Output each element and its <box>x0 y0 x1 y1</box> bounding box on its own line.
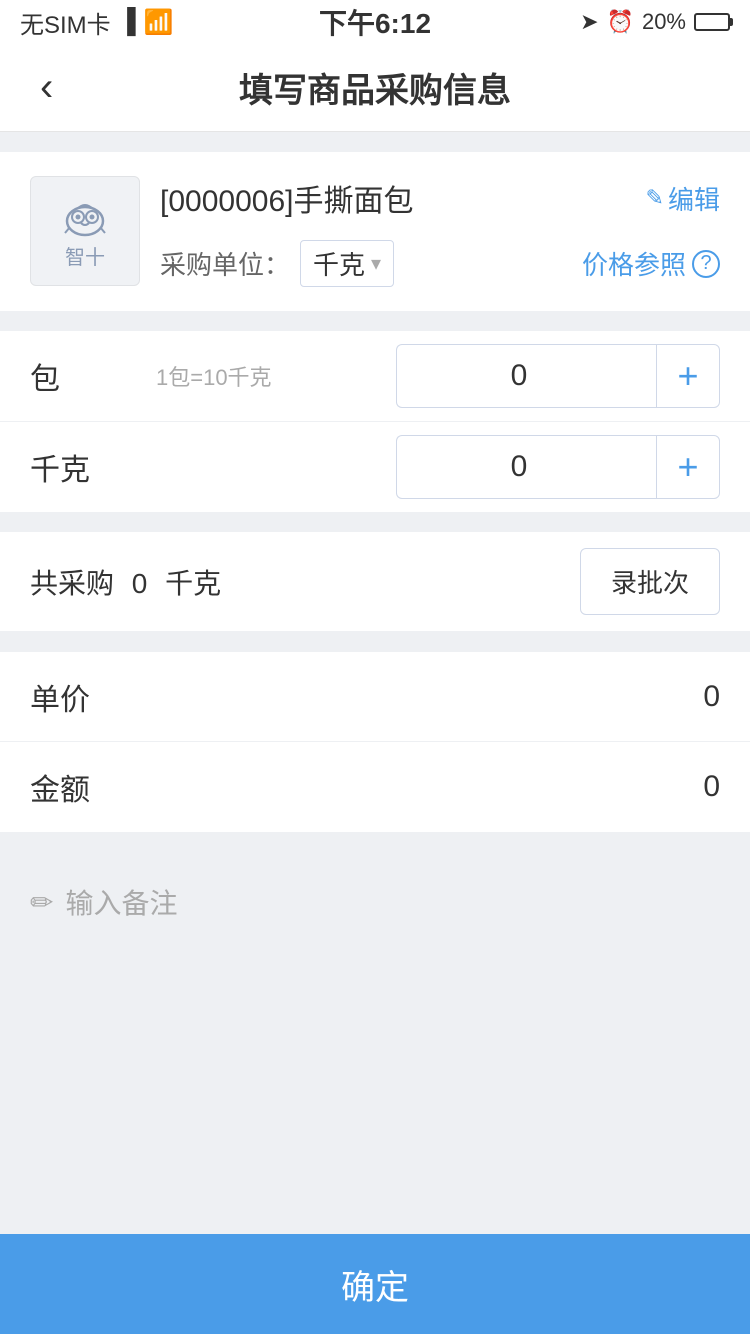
product-card: 智十 [0000006]手撕面包 ✎ 编辑 采购单位： 千克 ▾ <box>0 152 750 311</box>
kg-row: 千克 + <box>0 422 750 512</box>
amount-value: 0 <box>703 770 720 804</box>
status-left: 无SIM卡 ▐ 📶 <box>20 5 174 40</box>
pack-plus-button[interactable]: + <box>656 344 720 408</box>
signal-icon: ▐ <box>119 8 136 36</box>
unit-selector-group: 采购单位： 千克 ▾ <box>160 240 394 287</box>
status-right: ➤ ⏰ 20% <box>580 9 730 35</box>
remark-section[interactable]: ✏ 输入备注 <box>0 852 750 952</box>
mid-divider-3 <box>0 632 750 652</box>
battery-bar-icon <box>694 13 730 31</box>
edit-icon: ✎ <box>646 185 664 211</box>
carrier-label: 无SIM卡 <box>20 5 111 40</box>
price-ref-label: 价格参照 <box>582 245 686 282</box>
mid-divider-4 <box>0 832 750 852</box>
summary-row: 共采购 0 千克 录批次 <box>0 532 750 632</box>
product-name: [0000006]手撕面包 <box>160 176 413 220</box>
summary-unit: 千克 <box>165 568 221 599</box>
amount-label: 金额 <box>30 765 703 809</box>
form-section-kg: 千克 + <box>0 422 750 512</box>
wifi-icon: 📶 <box>144 8 174 37</box>
unit-select[interactable]: 千克 ▾ <box>300 240 394 287</box>
summary-text: 共采购 0 千克 <box>30 562 580 602</box>
battery-percent: 20% <box>642 9 686 35</box>
unit-value: 千克 <box>313 245 365 282</box>
product-unit-row: 采购单位： 千克 ▾ 价格参照 ? <box>160 240 720 287</box>
mid-divider-2 <box>0 512 750 532</box>
price-ref-button[interactable]: 价格参照 ? <box>582 245 720 282</box>
info-circle-icon: ? <box>692 250 720 278</box>
batch-button[interactable]: 录批次 <box>580 548 720 615</box>
kg-input-group: + <box>396 435 720 499</box>
form-section-pack: 包 1包=10千克 + <box>0 331 750 421</box>
content-spacer <box>0 952 750 1234</box>
edit-label: 编辑 <box>668 180 720 217</box>
kg-label: 千克 <box>30 445 150 489</box>
owl-icon <box>60 193 110 237</box>
location-icon: ➤ <box>580 9 598 35</box>
summary-label: 共采购 <box>30 568 114 599</box>
price-info-section: 单价 0 金额 0 <box>0 652 750 832</box>
pack-sub-label: 1包=10千克 <box>156 360 272 392</box>
chevron-down-icon: ▾ <box>371 251 381 276</box>
edit-button[interactable]: ✎ 编辑 <box>646 180 720 217</box>
pack-label: 包 <box>30 354 150 398</box>
top-divider <box>0 132 750 152</box>
pack-input[interactable] <box>396 344 656 408</box>
unit-price-label: 单价 <box>30 675 703 719</box>
kg-plus-button[interactable]: + <box>656 435 720 499</box>
summary-amount: 0 <box>132 568 148 599</box>
status-bar: 无SIM卡 ▐ 📶 下午6:12 ➤ ⏰ 20% <box>0 0 750 44</box>
pencil-icon: ✏ <box>30 886 53 919</box>
remark-placeholder: 输入备注 <box>65 882 177 922</box>
product-owl-label: 智十 <box>65 241 105 270</box>
amount-row: 金额 0 <box>0 742 750 832</box>
page-title: 填写商品采购信息 <box>239 63 511 112</box>
pack-row: 包 1包=10千克 + <box>0 331 750 421</box>
product-name-row: [0000006]手撕面包 ✎ 编辑 <box>160 176 720 220</box>
kg-input[interactable] <box>396 435 656 499</box>
alarm-icon: ⏰ <box>607 9 634 35</box>
product-image-inner: 智十 <box>60 193 110 270</box>
unit-price-row: 单价 0 <box>0 652 750 742</box>
status-time: 下午6:12 <box>319 2 431 42</box>
pack-input-group: + <box>396 344 720 408</box>
back-button[interactable]: ‹ <box>30 55 63 120</box>
product-image: 智十 <box>30 176 140 286</box>
mid-divider-1 <box>0 311 750 331</box>
unit-label: 采购单位： <box>160 245 290 282</box>
product-info: [0000006]手撕面包 ✎ 编辑 采购单位： 千克 ▾ 价格参照 ? <box>160 176 720 287</box>
unit-price-value: 0 <box>703 680 720 714</box>
nav-bar: ‹ 填写商品采购信息 <box>0 44 750 132</box>
confirm-button[interactable]: 确定 <box>0 1234 750 1334</box>
